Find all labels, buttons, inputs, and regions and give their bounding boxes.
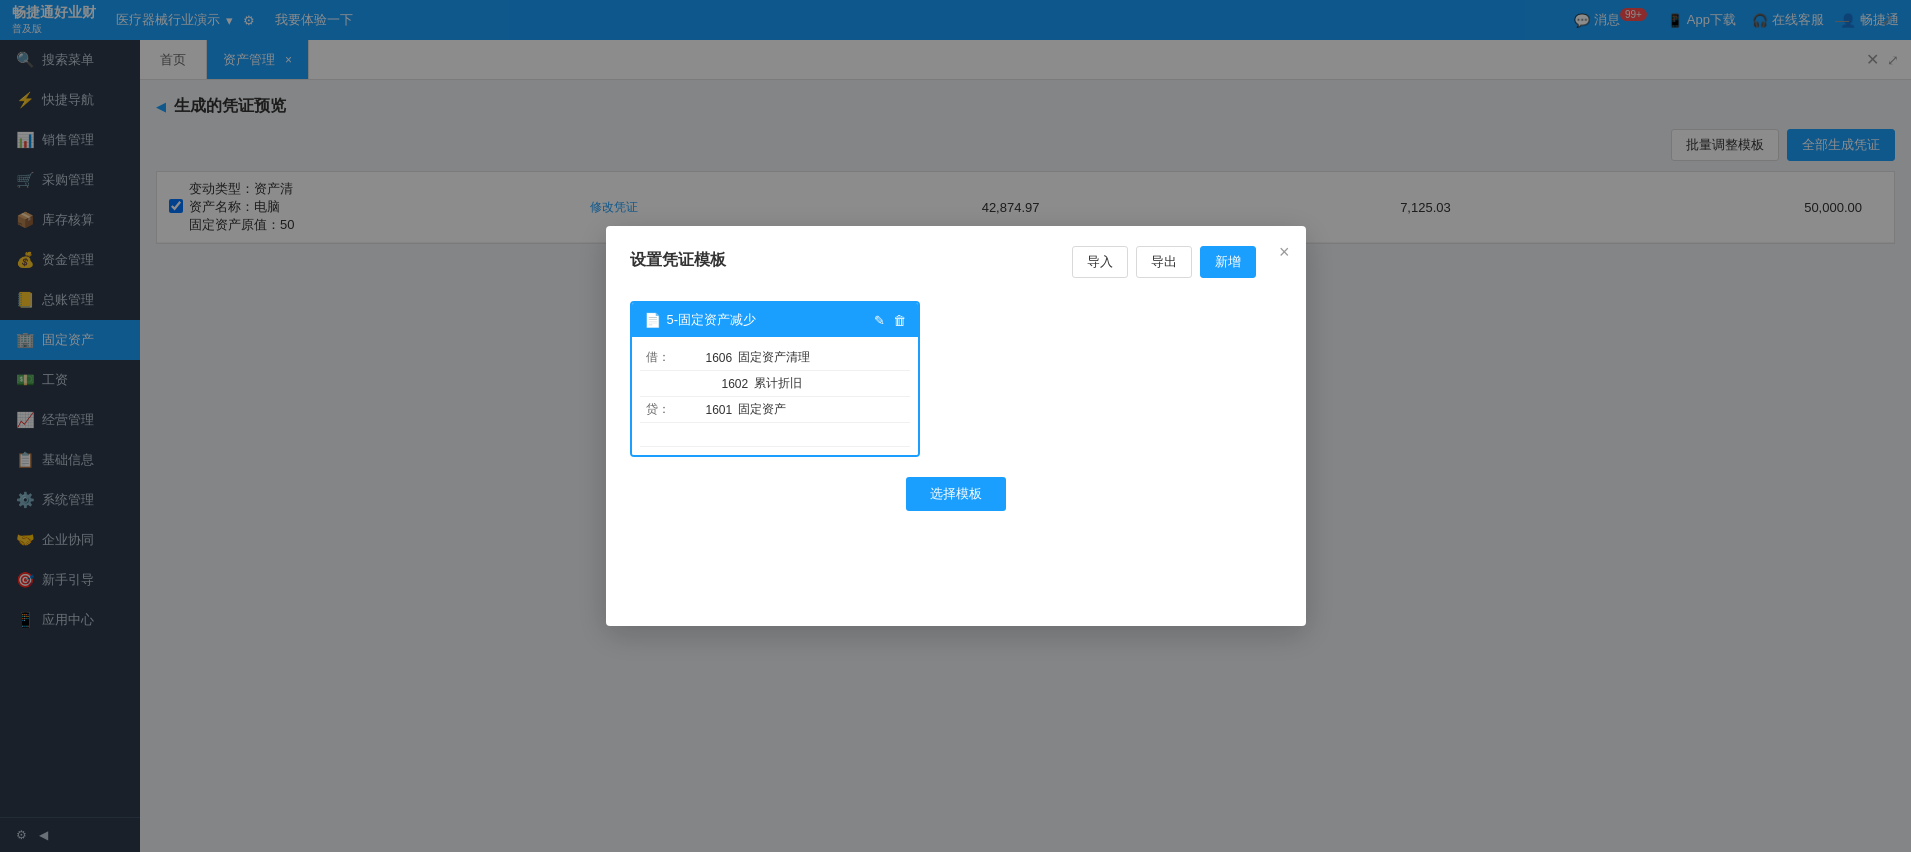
template-entry-0: 借： 1606 固定资产清理 — [640, 345, 910, 371]
entry-type-2: 贷： — [646, 401, 706, 418]
entry-code-2: 1601 — [706, 403, 733, 417]
template-edit-icon[interactable]: ✎ — [874, 313, 885, 328]
entry-name-0: 固定资产清理 — [738, 349, 810, 366]
entry-name-2: 固定资产 — [738, 401, 786, 418]
entry-code-0: 1606 — [706, 351, 733, 365]
modal-action-buttons: 导入 导出 新增 — [1072, 246, 1256, 278]
modal-close-button[interactable]: × — [1279, 242, 1290, 263]
template-card[interactable]: 📄 5-固定资产减少 ✎ 🗑 借： 1606 固定资产清理 — [630, 301, 920, 457]
modal-content: 📄 5-固定资产减少 ✎ 🗑 借： 1606 固定资产清理 — [630, 291, 1282, 511]
select-template-button[interactable]: 选择模板 — [906, 477, 1006, 511]
entry-code-1: 1602 — [722, 377, 749, 391]
template-entry-2: 贷： 1601 固定资产 — [640, 397, 910, 423]
export-button[interactable]: 导出 — [1136, 246, 1192, 278]
template-actions: ✎ 🗑 — [874, 313, 906, 328]
template-entry-1: 1602 累计折旧 — [640, 371, 910, 397]
template-body: 借： 1606 固定资产清理 1602 累计折旧 贷： 1601 固定资产 — [632, 337, 918, 455]
modal-dialog: 设置凭证模板 × 导入 导出 新增 📄 5-固定资产减少 ✎ 🗑 — [606, 226, 1306, 626]
modal-overlay: 设置凭证模板 × 导入 导出 新增 📄 5-固定资产减少 ✎ 🗑 — [0, 0, 1911, 852]
template-doc-icon: 📄 — [644, 312, 661, 328]
entry-type-0: 借： — [646, 349, 706, 366]
new-template-button[interactable]: 新增 — [1200, 246, 1256, 278]
template-empty-row — [640, 423, 910, 447]
template-name: 📄 5-固定资产减少 — [644, 311, 757, 329]
template-header: 📄 5-固定资产减少 ✎ 🗑 — [632, 303, 918, 337]
entry-name-1: 累计折旧 — [754, 375, 802, 392]
template-delete-icon[interactable]: 🗑 — [893, 313, 906, 328]
import-button[interactable]: 导入 — [1072, 246, 1128, 278]
